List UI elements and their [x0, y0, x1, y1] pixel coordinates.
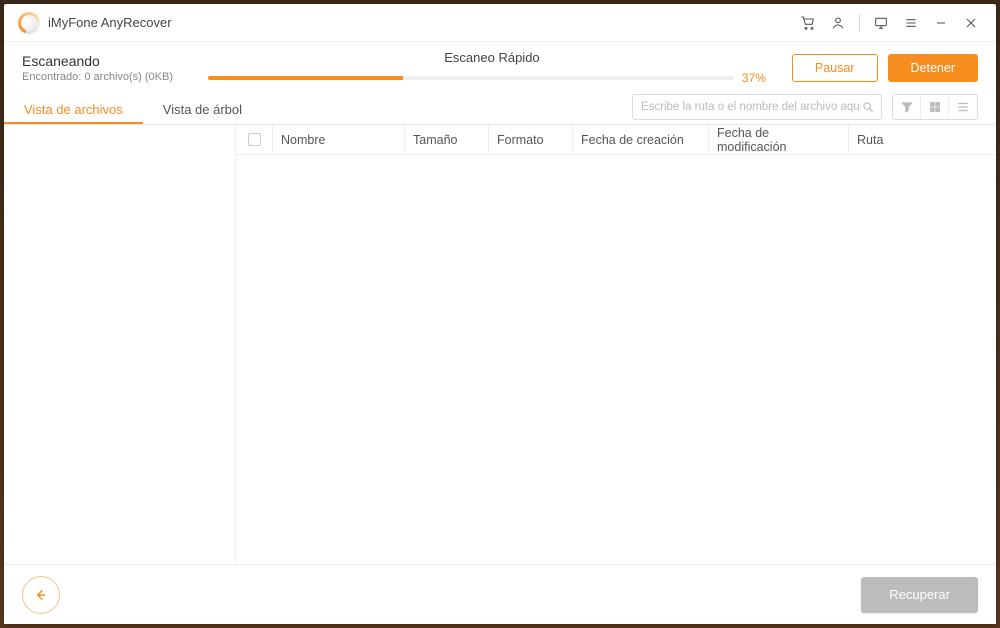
close-icon[interactable] [956, 8, 986, 38]
pause-button[interactable]: Pausar [792, 54, 878, 82]
content-area: Nombre Tamaño Formato Fecha de creación … [4, 125, 996, 564]
list-view-icon[interactable] [949, 95, 977, 119]
search-input[interactable] [641, 101, 861, 113]
menu-icon[interactable] [896, 8, 926, 38]
footer: Recuperar [4, 564, 996, 624]
progress-percent: 37% [742, 71, 776, 85]
table-body [236, 155, 996, 564]
th-name[interactable]: Nombre [272, 125, 404, 154]
titlebar: iMyFone AnyRecover [4, 4, 996, 42]
tab-file-view[interactable]: Vista de archivos [4, 97, 143, 124]
back-button[interactable] [22, 576, 60, 614]
scan-progress: 37% [208, 71, 776, 85]
arrow-left-icon [33, 587, 49, 603]
grid-view-icon[interactable] [921, 95, 949, 119]
app-window: iMyFone AnyRecover [4, 4, 996, 624]
app-logo-icon [18, 12, 40, 34]
stop-button[interactable]: Detener [888, 54, 978, 82]
search-box[interactable] [632, 94, 882, 120]
th-created[interactable]: Fecha de creación [572, 125, 708, 154]
tab-tree-view[interactable]: Vista de árbol [143, 97, 262, 124]
progress-bar [208, 76, 734, 80]
filter-icon[interactable] [893, 95, 921, 119]
user-icon[interactable] [823, 8, 853, 38]
scan-mode-title: Escaneo Rápido [444, 50, 539, 65]
toolbar-row: Vista de archivos Vista de árbol [4, 89, 996, 125]
recover-button[interactable]: Recuperar [861, 577, 978, 613]
th-checkbox[interactable] [236, 133, 272, 146]
scan-status-row: Escaneando Encontrado: 0 archivo(s) (0KB… [4, 42, 996, 89]
view-tabs: Vista de archivos Vista de árbol [4, 97, 262, 124]
th-size[interactable]: Tamaño [404, 125, 488, 154]
scan-found-label: Encontrado: 0 archivo(s) (0KB) [22, 71, 192, 83]
titlebar-divider [859, 14, 860, 32]
th-format[interactable]: Formato [488, 125, 572, 154]
main-area: Nombre Tamaño Formato Fecha de creación … [236, 125, 996, 564]
view-toggles [892, 94, 978, 120]
app-title: iMyFone AnyRecover [48, 15, 172, 30]
sidebar [4, 125, 236, 564]
progress-fill [208, 76, 403, 80]
titlebar-actions [793, 8, 986, 38]
search-icon [861, 100, 875, 114]
feedback-icon[interactable] [866, 8, 896, 38]
scan-status-label: Escaneando [22, 53, 192, 69]
cart-icon[interactable] [793, 8, 823, 38]
table-header: Nombre Tamaño Formato Fecha de creación … [236, 125, 996, 155]
minimize-icon[interactable] [926, 8, 956, 38]
th-modified[interactable]: Fecha de modificación [708, 125, 848, 154]
th-path[interactable]: Ruta [848, 125, 996, 154]
